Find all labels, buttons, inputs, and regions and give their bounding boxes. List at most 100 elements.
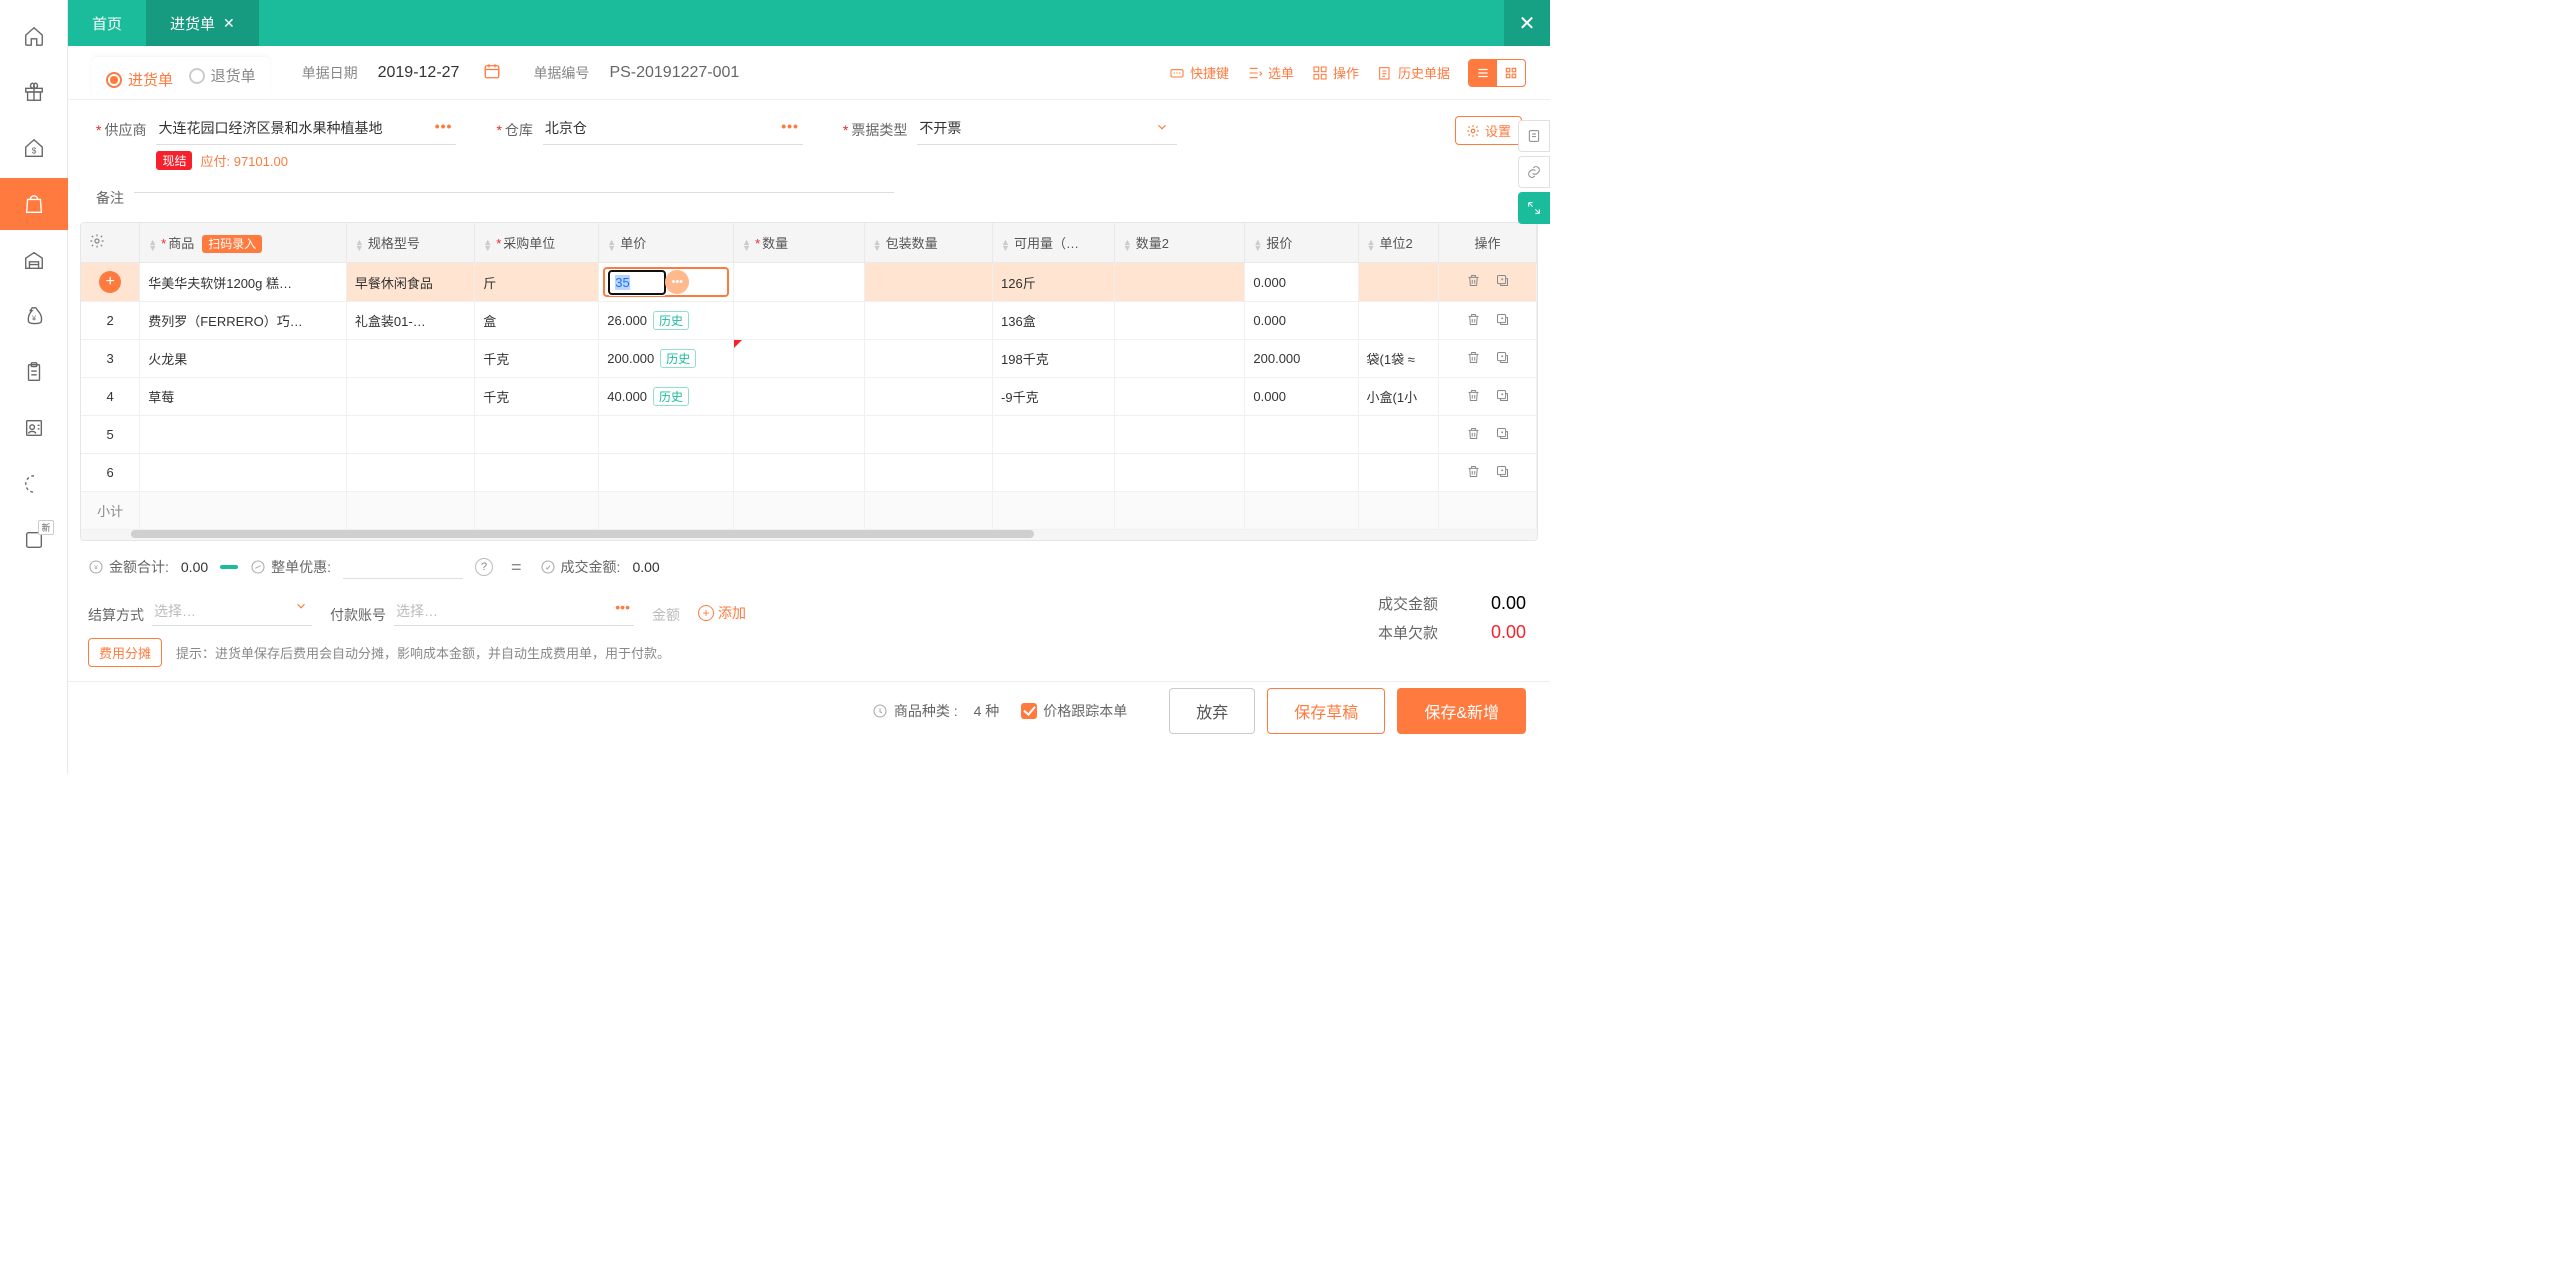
nav-loading[interactable] bbox=[0, 458, 68, 510]
discount-input[interactable] bbox=[343, 555, 463, 579]
delete-row-icon[interactable] bbox=[1466, 273, 1481, 288]
tab-home[interactable]: 首页 bbox=[68, 0, 146, 46]
copy-row-icon[interactable] bbox=[1495, 312, 1510, 327]
toolbar-hotkey[interactable]: 快捷键 bbox=[1169, 63, 1229, 82]
supplier-more-icon[interactable]: ••• bbox=[435, 118, 453, 134]
save-and-new-button[interactable]: 保存&新增 bbox=[1397, 688, 1526, 734]
toolbar-ops[interactable]: 操作 bbox=[1312, 63, 1359, 82]
col-spec[interactable]: ▲▼规格型号 bbox=[346, 223, 474, 263]
doc-date-label: 单据日期 bbox=[302, 63, 358, 83]
remark-input[interactable] bbox=[134, 184, 894, 193]
subtab-purchase[interactable]: 进货单 bbox=[106, 69, 173, 90]
view-toggle bbox=[1468, 59, 1526, 87]
summary-panel: 成交金额0.00 本单欠款0.00 bbox=[1378, 593, 1526, 681]
delete-row-icon[interactable] bbox=[1466, 350, 1481, 365]
delete-row-icon[interactable] bbox=[1466, 464, 1481, 479]
account-more-icon[interactable]: ••• bbox=[615, 599, 630, 615]
table-row[interactable]: 4 草莓 千克 40.000历史 -9千克 0.000 小盒(1小 bbox=[81, 378, 1537, 416]
doc-no-label: 单据编号 bbox=[533, 63, 589, 83]
discard-button[interactable]: 放弃 bbox=[1169, 688, 1255, 734]
right-expand-icon[interactable] bbox=[1518, 192, 1550, 224]
col-avail[interactable]: ▲▼可用量（… bbox=[993, 223, 1115, 263]
nav-gift[interactable] bbox=[0, 66, 68, 118]
history-tag[interactable]: 历史 bbox=[660, 349, 696, 368]
copy-row-icon[interactable] bbox=[1495, 388, 1510, 403]
col-pack-qty[interactable]: ▲▼包装数量 bbox=[864, 223, 992, 263]
fee-hint: 提示：进货单保存后费用会自动分摊，影响成本金额，并自动生成费用单，用于付款。 bbox=[176, 643, 670, 662]
copy-row-icon[interactable] bbox=[1495, 426, 1510, 441]
col-config[interactable] bbox=[81, 223, 140, 263]
toolbar-history[interactable]: 历史单据 bbox=[1377, 63, 1450, 82]
product-kinds: 商品种类 : 4 种 bbox=[872, 701, 999, 721]
delete-row-icon[interactable] bbox=[1466, 426, 1481, 441]
col-qty[interactable]: ▲▼*数量 bbox=[734, 223, 865, 263]
fee-allocation-button[interactable]: 费用分摊 bbox=[88, 638, 162, 667]
price-input-active[interactable]: ••• bbox=[603, 267, 729, 297]
delete-row-icon[interactable] bbox=[1466, 312, 1481, 327]
tab-purchase[interactable]: 进货单 ✕ bbox=[146, 0, 259, 46]
col-price[interactable]: ▲▼单价 bbox=[599, 223, 734, 263]
deal-value: 0.00 bbox=[632, 559, 659, 575]
toolbar-pick-order[interactable]: 选单 bbox=[1247, 63, 1294, 82]
view-list[interactable] bbox=[1469, 60, 1497, 86]
table-row[interactable]: 5 bbox=[81, 416, 1537, 454]
supplier-select[interactable]: 大连花园口经济区景和水果种植基地 ••• bbox=[156, 116, 456, 145]
svg-text:¥: ¥ bbox=[31, 314, 36, 323]
deal-label: 成交金额: bbox=[540, 557, 621, 577]
delete-row-icon[interactable] bbox=[1466, 388, 1481, 403]
minus-icon bbox=[220, 565, 238, 569]
copy-row-icon[interactable] bbox=[1495, 273, 1510, 288]
table-row[interactable]: 6 bbox=[81, 454, 1537, 492]
copy-row-icon[interactable] bbox=[1495, 464, 1510, 479]
chevron-down-icon bbox=[294, 599, 308, 616]
warehouse-select[interactable]: 北京仓 ••• bbox=[543, 116, 803, 145]
add-payment-button[interactable]: +添加 bbox=[698, 603, 746, 623]
nav-clipboard[interactable] bbox=[0, 346, 68, 398]
nav-money-house[interactable]: $ bbox=[0, 122, 68, 174]
invoice-select[interactable]: 不开票 bbox=[917, 116, 1177, 145]
nav-warehouse[interactable] bbox=[0, 234, 68, 286]
nav-contact[interactable] bbox=[0, 402, 68, 454]
view-grid[interactable] bbox=[1497, 60, 1525, 86]
nav-shopping-bag[interactable] bbox=[0, 178, 68, 230]
col-qty2[interactable]: ▲▼数量2 bbox=[1114, 223, 1245, 263]
scan-input-tag[interactable]: 扫码录入 bbox=[202, 235, 262, 253]
subtab-return[interactable]: 退货单 bbox=[189, 65, 256, 86]
window-close-button[interactable]: ✕ bbox=[1504, 0, 1550, 46]
doc-date-value[interactable]: 2019-12-27 bbox=[378, 64, 460, 82]
history-tag[interactable]: 历史 bbox=[653, 311, 689, 330]
help-icon[interactable]: ? bbox=[475, 558, 493, 576]
nav-new[interactable]: 新 bbox=[0, 514, 68, 566]
pay-account-select[interactable]: 选择…••• bbox=[394, 599, 634, 626]
warehouse-more-icon[interactable]: ••• bbox=[781, 118, 799, 134]
price-track-checkbox[interactable]: 价格跟踪本单 bbox=[1021, 701, 1127, 721]
col-quote[interactable]: ▲▼报价 bbox=[1245, 223, 1358, 263]
close-tab-icon[interactable]: ✕ bbox=[223, 15, 235, 32]
history-tag[interactable]: 历史 bbox=[653, 387, 689, 406]
price-more-icon[interactable]: ••• bbox=[665, 270, 689, 294]
price-input[interactable] bbox=[609, 271, 665, 294]
add-row-icon[interactable]: + bbox=[99, 271, 121, 293]
nav-money-bag[interactable]: ¥ bbox=[0, 290, 68, 342]
settings-button[interactable]: 设置 bbox=[1455, 116, 1522, 145]
cash-tag: 现结 bbox=[156, 151, 192, 170]
copy-row-icon[interactable] bbox=[1495, 350, 1510, 365]
doc-no-value: PS-20191227-001 bbox=[609, 64, 739, 82]
save-draft-button[interactable]: 保存草稿 bbox=[1267, 688, 1385, 734]
table-row[interactable]: 2 费列罗（FERRERO）巧… 礼盒装01-… 盒 26.000历史 136盒… bbox=[81, 302, 1537, 340]
table-row[interactable]: 3 火龙果 千克 200.000历史 198千克 200.000 袋(1袋 ≈ bbox=[81, 340, 1537, 378]
pay-method-select[interactable]: 选择… bbox=[152, 599, 312, 626]
pay-amount-label: 金额 bbox=[652, 601, 680, 625]
right-link-icon[interactable] bbox=[1518, 156, 1550, 188]
col-unit2[interactable]: ▲▼单位2 bbox=[1358, 223, 1438, 263]
col-product[interactable]: ▲▼*商品扫码录入 bbox=[140, 223, 347, 263]
top-tab-bar: 首页 进货单 ✕ ✕ bbox=[68, 0, 1550, 46]
right-notes-icon[interactable] bbox=[1518, 120, 1550, 152]
calendar-icon[interactable] bbox=[483, 62, 501, 83]
subtotal-row: 小计 bbox=[81, 492, 1537, 530]
col-unit[interactable]: ▲▼*采购单位 bbox=[475, 223, 599, 263]
remark-label: 备注 bbox=[96, 184, 124, 208]
horizontal-scrollbar[interactable] bbox=[81, 530, 1537, 540]
nav-home[interactable] bbox=[0, 10, 68, 62]
table-row[interactable]: + 华美华夫软饼1200g 糕… 早餐休闲食品 斤 ••• 126斤 0.000 bbox=[81, 263, 1537, 302]
